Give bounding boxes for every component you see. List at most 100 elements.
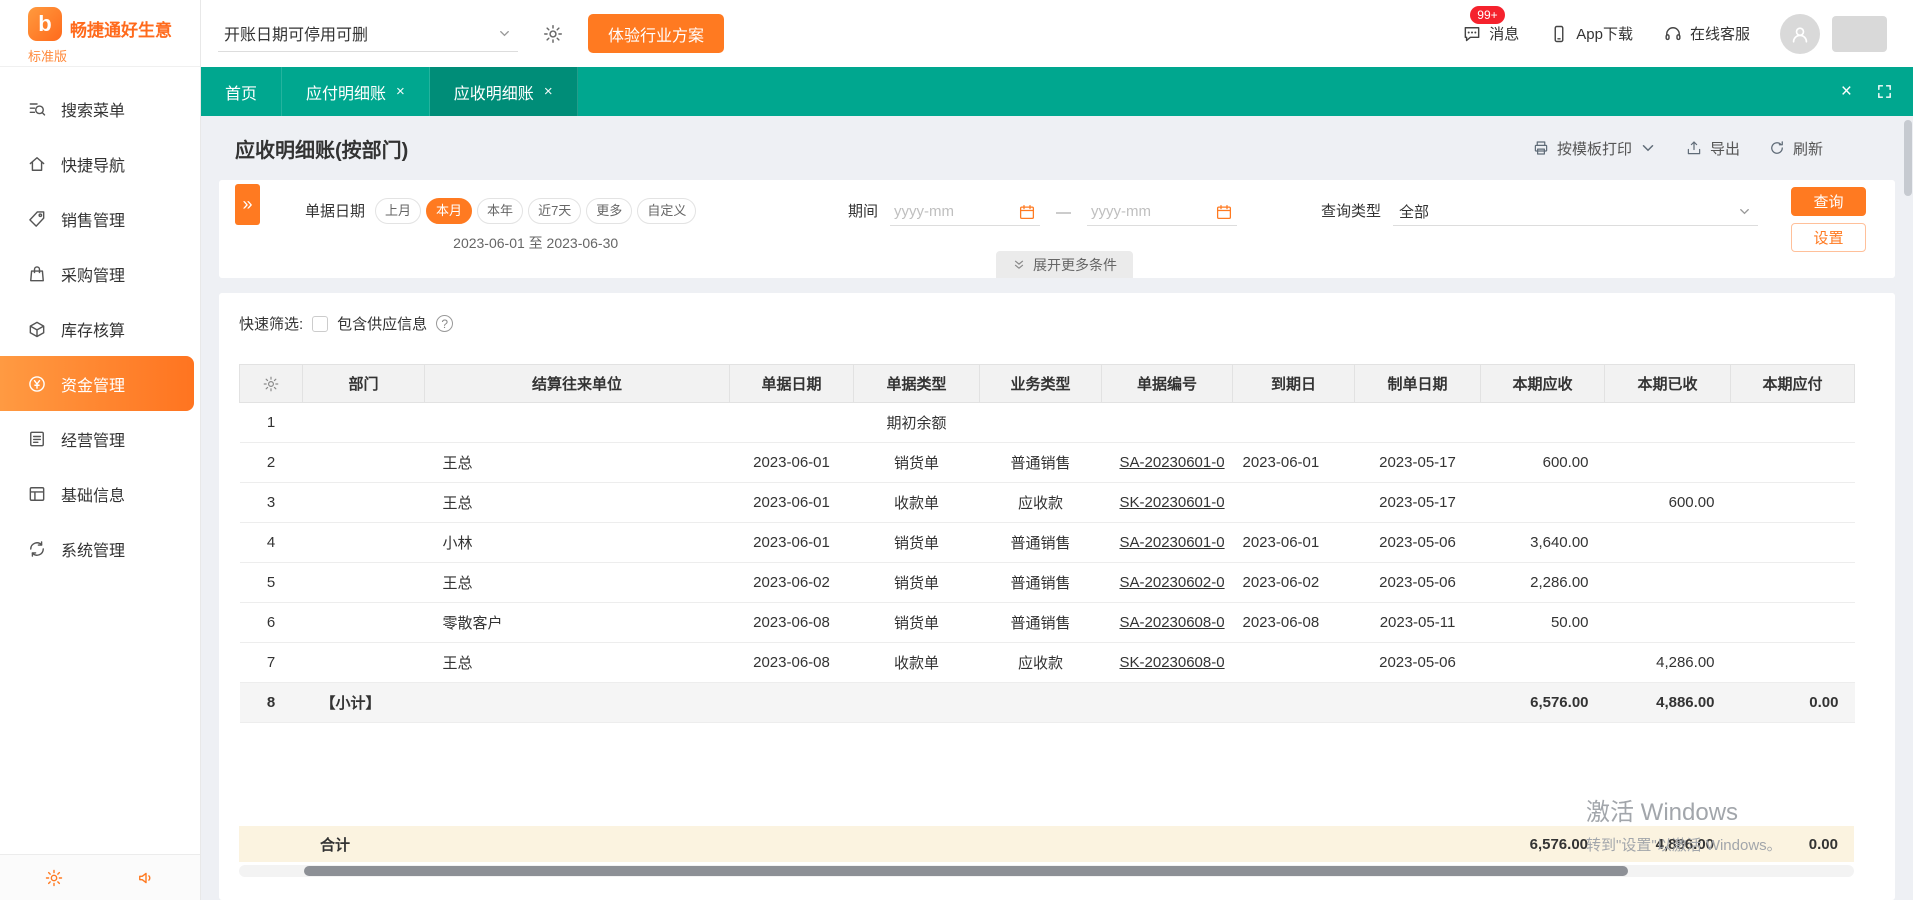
cell-doc-type: 销货单: [853, 522, 980, 563]
cell-payable: [1730, 482, 1855, 523]
period-from-input[interactable]: [894, 203, 995, 220]
tab-close-icon[interactable]: ×: [396, 83, 405, 100]
refresh-button[interactable]: 刷新: [1768, 138, 1823, 159]
refresh-label: 刷新: [1792, 140, 1823, 158]
collapse-panel-button[interactable]: »: [235, 184, 260, 225]
pill-custom[interactable]: 自定义: [637, 198, 697, 224]
cell-doc-date: 2023-06-02: [729, 562, 854, 603]
cell-due-date: 2023-06-01: [1232, 442, 1355, 483]
cell-biz-type: 应收款: [979, 642, 1102, 683]
tab-ar-ledger[interactable]: 应收明细账 ×: [429, 67, 578, 116]
account-set-select[interactable]: 开账日期可停用可删: [218, 16, 518, 52]
cell-doc-date: [729, 402, 854, 443]
sidebar-item-search-menu[interactable]: 搜索菜单: [0, 81, 200, 136]
tab-ap-ledger[interactable]: 应付明细账 ×: [282, 67, 430, 116]
tab-home[interactable]: 首页: [201, 67, 283, 116]
total-cell-payable: 0.00: [1730, 826, 1854, 862]
query-type-select[interactable]: 全部: [1393, 198, 1759, 226]
calendar-icon[interactable]: [1215, 203, 1233, 221]
calendar-icon[interactable]: [1018, 203, 1036, 221]
vertical-scrollbar-thumb[interactable]: [1904, 120, 1912, 196]
trial-solution-button[interactable]: 体验行业方案: [588, 14, 725, 53]
cell-payable: [1730, 602, 1855, 643]
cell-make-date: 2023-05-06: [1354, 562, 1481, 603]
filter-settings-button[interactable]: 设置: [1791, 223, 1866, 252]
double-chevron-down-icon: [1014, 260, 1024, 269]
sidebar-item-sales[interactable]: 销售管理: [0, 191, 200, 246]
column-header: 本期已收: [1604, 364, 1731, 403]
cell-receivable: [1480, 402, 1605, 443]
cell-row-number: 3: [239, 482, 303, 523]
doc-code-link[interactable]: SA-20230602-0: [1120, 574, 1225, 591]
sidebar-item-system[interactable]: 系统管理: [0, 521, 200, 576]
fullscreen-icon[interactable]: [1876, 83, 1893, 100]
messages-badge: 99+: [1470, 6, 1505, 24]
print-by-template-button[interactable]: 按模板打印: [1532, 138, 1657, 159]
cell-biz-type: 普通销售: [979, 602, 1102, 643]
sidebar-item-business[interactable]: 经营管理: [0, 411, 200, 466]
sidebar: b 畅捷通好生意 标准版 搜索菜单 快捷导航 销售管理 采购管理 库存核算 资金…: [0, 0, 201, 900]
pill-more[interactable]: 更多: [586, 198, 633, 224]
export-button[interactable]: 导出: [1685, 138, 1740, 159]
cell-department: [302, 442, 425, 483]
cell-payable: [1730, 562, 1855, 603]
page-actions: 按模板打印 导出 刷新: [1532, 138, 1823, 159]
user-avatar[interactable]: [1780, 13, 1820, 54]
cell-receivable: 2,286.00: [1480, 562, 1605, 603]
cell-receivable: [1480, 642, 1605, 683]
doc-code-link[interactable]: SK-20230601-0: [1120, 494, 1225, 511]
help-icon[interactable]: ?: [436, 315, 454, 332]
doc-code-link[interactable]: SA-20230601-0: [1120, 534, 1225, 551]
period-to-field: [1087, 198, 1238, 226]
sidebar-item-label: 销售管理: [61, 212, 126, 230]
pill-last-month[interactable]: 上月: [375, 198, 422, 224]
messages-button[interactable]: 99+ 消息: [1462, 6, 1519, 44]
query-button[interactable]: 查询: [1791, 187, 1866, 216]
cell-biz-type: 普通销售: [979, 562, 1102, 603]
vertical-scrollbar[interactable]: [1904, 116, 1912, 900]
cell-make-date: 2023-05-06: [1354, 522, 1481, 563]
sidebar-item-label: 基础信息: [61, 487, 126, 505]
horizontal-scrollbar-thumb[interactable]: [303, 866, 1628, 876]
sidebar-item-quick-nav[interactable]: 快捷导航: [0, 136, 200, 191]
app-download-button[interactable]: App下载: [1549, 23, 1633, 44]
total-row-table: 合计 6,576.00 4,886.00 0.00: [239, 826, 1854, 862]
chat-bubble-icon: [1464, 26, 1480, 41]
table-row: 7 王总 2023-06-08 收款单 应收款 SK-20230608-0 2023-05-…: [239, 642, 1855, 683]
pill-this-month[interactable]: 本月: [426, 198, 473, 224]
printer-icon: [1534, 141, 1548, 155]
expand-more-conditions-button[interactable]: 展开更多条件: [996, 251, 1133, 278]
total-cell-doc-code: [1101, 826, 1232, 862]
column-settings-header[interactable]: [239, 364, 303, 403]
sidebar-item-inventory[interactable]: 库存核算: [0, 301, 200, 356]
brand-edition: 标准版: [28, 49, 68, 64]
total-cell-biz-type: [979, 826, 1101, 862]
doc-code-link[interactable]: SA-20230608-0: [1120, 614, 1225, 631]
include-supplier-checkbox[interactable]: [312, 315, 329, 332]
page-title: 应收明细账(按部门): [235, 139, 409, 162]
pill-this-year[interactable]: 本年: [477, 198, 524, 224]
chevron-down-icon: [1639, 139, 1657, 157]
cell-received: [1604, 402, 1731, 443]
doc-date-label: 单据日期: [305, 203, 366, 220]
sync-icon: [30, 540, 44, 557]
horizontal-scrollbar[interactable]: [239, 865, 1854, 877]
doc-code-link[interactable]: SA-20230601-0: [1120, 454, 1225, 471]
sidebar-item-purchase[interactable]: 采购管理: [0, 246, 200, 301]
quick-filter-label: 快速筛选:: [239, 316, 304, 333]
cell-biz-type: 普通销售: [979, 522, 1102, 563]
sidebar-item-label: 采购管理: [61, 267, 126, 285]
cell-doc-code: SK-20230608-0: [1101, 642, 1233, 683]
period-to-input[interactable]: [1091, 203, 1192, 220]
tab-close-icon[interactable]: ×: [544, 83, 553, 100]
column-settings-gear-icon[interactable]: [262, 375, 280, 393]
sound-icon[interactable]: [136, 868, 156, 888]
gear-icon[interactable]: [542, 23, 564, 45]
doc-code-link[interactable]: SK-20230608-0: [1120, 654, 1225, 671]
close-all-tabs-icon[interactable]: ×: [1841, 81, 1852, 103]
online-service-button[interactable]: 在线客服: [1663, 23, 1750, 44]
sidebar-item-funds[interactable]: 资金管理: [0, 356, 194, 411]
sidebar-item-base-info[interactable]: 基础信息: [0, 466, 200, 521]
settings-gear-icon[interactable]: [44, 868, 64, 888]
pill-last-7-days[interactable]: 近7天: [528, 198, 582, 224]
